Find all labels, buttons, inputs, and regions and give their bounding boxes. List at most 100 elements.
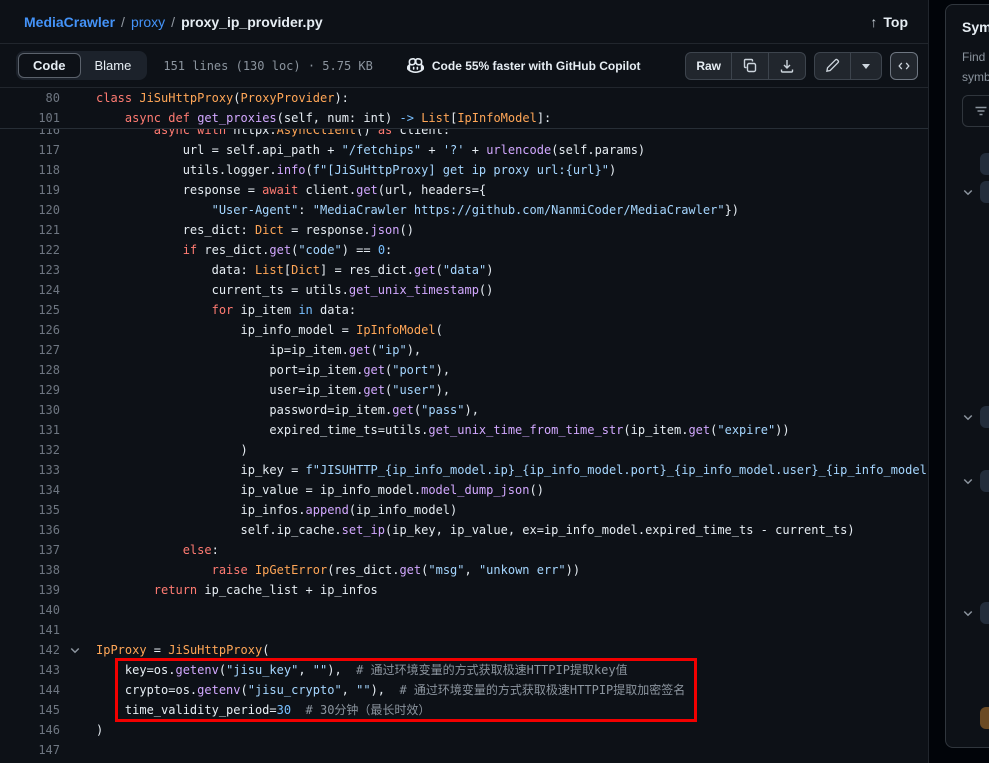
symbols-filter-button[interactable] (962, 95, 989, 127)
download-button[interactable] (768, 53, 805, 79)
symbol-pill[interactable] (980, 707, 989, 729)
code-text: crypto=os.getenv("jisu_crypto", ""), # 通… (96, 680, 928, 700)
code-text: data: List[Dict] = res_dict.get("data") (96, 260, 928, 280)
code-text: current_ts = utils.get_unix_timestamp() (96, 280, 928, 300)
line-number[interactable]: 133 (0, 460, 60, 480)
symbol-pill[interactable] (980, 406, 989, 428)
line-number[interactable]: 136 (0, 520, 60, 540)
chevron-down-icon[interactable] (962, 411, 978, 423)
fold-gutter (60, 644, 96, 656)
code-text: ip_infos.append(ip_info_model) (96, 500, 928, 520)
symbol-pill[interactable] (980, 181, 989, 203)
line-number[interactable]: 80 (0, 88, 60, 108)
code-line: 121 res_dict: Dict = response.json() (0, 220, 928, 240)
code-line: 135 ip_infos.append(ip_info_model) (0, 500, 928, 520)
line-number[interactable]: 119 (0, 180, 60, 200)
code-symbols-icon (897, 59, 911, 73)
line-number[interactable]: 131 (0, 420, 60, 440)
line-number[interactable]: 132 (0, 440, 60, 460)
code-line: 133 ip_key = f"JISUHTTP_{ip_info_model.i… (0, 460, 928, 480)
line-number[interactable]: 117 (0, 140, 60, 160)
code-line: 120 "User-Agent": "MediaCrawler https://… (0, 200, 928, 220)
line-number[interactable]: 146 (0, 720, 60, 740)
clipped-code-line: 116 async with httpx.AsyncClient() as cl… (0, 129, 928, 140)
tab-code[interactable]: Code (18, 53, 81, 78)
line-number[interactable]: 135 (0, 500, 60, 520)
code-text: "User-Agent": "MediaCrawler https://gith… (96, 200, 928, 220)
sticky-scope-lines: 80class JiSuHttpProxy(ProxyProvider):101… (0, 88, 928, 129)
line-number[interactable]: 147 (0, 740, 60, 760)
copilot-banner-text: Code 55% faster with GitHub Copilot (432, 59, 641, 73)
code-line: 138 raise IpGetError(res_dict.get("msg",… (0, 560, 928, 580)
code-blame-switcher: Code Blame (16, 51, 147, 80)
filter-icon (973, 103, 989, 119)
line-number[interactable]: 139 (0, 580, 60, 600)
line-number[interactable]: 130 (0, 400, 60, 420)
code-line: 127 ip=ip_item.get("ip"), (0, 340, 928, 360)
code-text: res_dict: Dict = response.json() (96, 220, 928, 240)
breadcrumb-repo-link[interactable]: MediaCrawler (24, 14, 115, 30)
line-number[interactable]: 142 (0, 640, 60, 660)
tab-blame[interactable]: Blame (81, 54, 146, 77)
edit-button[interactable] (815, 53, 850, 79)
line-number[interactable]: 141 (0, 620, 60, 640)
line-number[interactable]: 144 (0, 680, 60, 700)
copilot-banner: Code 55% faster with GitHub Copilot (407, 57, 641, 74)
copy-button[interactable] (731, 53, 768, 79)
code-line: 116 async with httpx.AsyncClient() as cl… (0, 129, 928, 140)
edit-button-group (814, 52, 882, 80)
line-number[interactable]: 127 (0, 340, 60, 360)
symbols-panel-title: Symbols (962, 19, 989, 35)
line-number[interactable]: 101 (0, 108, 60, 128)
line-number[interactable]: 118 (0, 160, 60, 180)
line-number[interactable]: 134 (0, 480, 60, 500)
breadcrumb-dir-link[interactable]: proxy (131, 14, 165, 30)
chevron-down-icon[interactable] (962, 475, 978, 487)
code-text: response = await client.get(url, headers… (96, 180, 928, 200)
code-line: 124 current_ts = utils.get_unix_timestam… (0, 280, 928, 300)
line-number[interactable]: 126 (0, 320, 60, 340)
chevron-down-icon[interactable] (962, 607, 978, 619)
line-number[interactable]: 137 (0, 540, 60, 560)
code-line: 146) (0, 720, 928, 740)
fold-chevron-down-icon[interactable] (69, 644, 81, 656)
code-line: 144 crypto=os.getenv("jisu_crypto", ""),… (0, 680, 928, 700)
line-number[interactable]: 123 (0, 260, 60, 280)
line-number[interactable]: 116 (0, 129, 60, 140)
symbols-panel-toggle-button[interactable] (890, 52, 918, 80)
code-line: 147 (0, 740, 928, 760)
symbol-pill[interactable] (980, 153, 989, 175)
line-number[interactable]: 120 (0, 200, 60, 220)
raw-button-group: Raw (685, 52, 806, 80)
arrow-up-icon: ↑ (870, 14, 877, 30)
code-line: 143 key=os.getenv("jisu_key", ""), # 通过环… (0, 660, 928, 680)
breadcrumb-file-name: proxy_ip_provider.py (181, 14, 323, 30)
line-number[interactable]: 140 (0, 600, 60, 620)
line-number[interactable]: 145 (0, 700, 60, 720)
line-number[interactable]: 138 (0, 560, 60, 580)
line-number[interactable]: 122 (0, 240, 60, 260)
code-text: time_validity_period=30 # 30分钟（最长时效） (96, 700, 928, 720)
chevron-down-icon[interactable] (962, 186, 978, 198)
line-number[interactable]: 129 (0, 380, 60, 400)
line-number[interactable]: 124 (0, 280, 60, 300)
back-to-top-button[interactable]: ↑ Top (870, 14, 908, 30)
line-number[interactable]: 121 (0, 220, 60, 240)
line-number[interactable]: 128 (0, 360, 60, 380)
line-number[interactable]: 143 (0, 660, 60, 680)
symbol-pill[interactable] (980, 602, 989, 624)
code-text: expired_time_ts=utils.get_unix_time_from… (96, 420, 928, 440)
code-text: raise IpGetError(res_dict.get("msg", "un… (96, 560, 928, 580)
code-line: 137 else: (0, 540, 928, 560)
line-number[interactable]: 125 (0, 300, 60, 320)
pencil-icon (825, 58, 840, 73)
symbol-pill[interactable] (980, 470, 989, 492)
raw-button[interactable]: Raw (686, 53, 731, 79)
edit-dropdown-button[interactable] (850, 53, 881, 79)
code-text: port=ip_item.get("port"), (96, 360, 928, 380)
code-text: utils.logger.info(f"[JiSuHttpProxy] get … (96, 160, 928, 180)
breadcrumb: MediaCrawler / proxy / proxy_ip_provider… (0, 0, 928, 44)
code-text: async with httpx.AsyncClient() as client… (96, 129, 928, 140)
code-text: for ip_item in data: (96, 300, 928, 320)
code-line: 131 expired_time_ts=utils.get_unix_time_… (0, 420, 928, 440)
